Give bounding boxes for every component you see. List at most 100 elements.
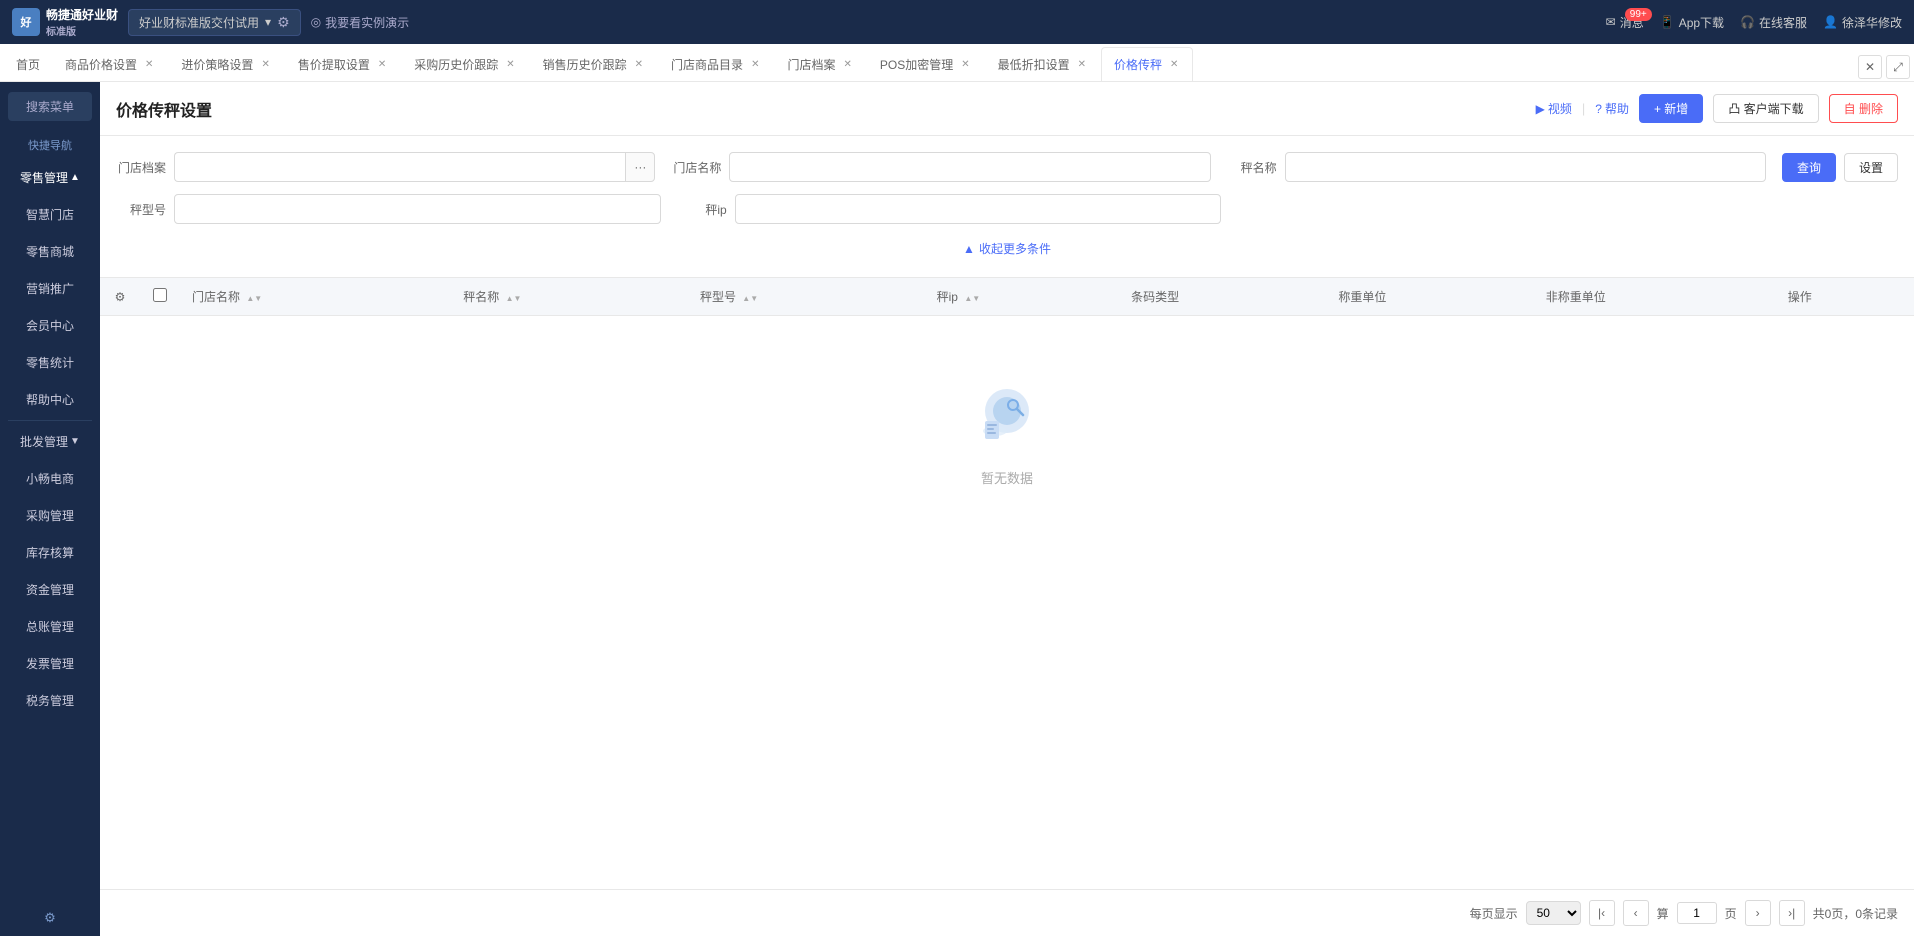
tab-pos-management[interactable]: POS加密管理 ✕: [867, 47, 985, 81]
tab-label: 进价策略设置: [181, 56, 253, 73]
sidebar-item-marketing[interactable]: 营销推广: [0, 270, 100, 307]
sidebar-item-label: 智慧门店: [26, 206, 74, 223]
sidebar-item-finance[interactable]: 资金管理: [0, 571, 100, 608]
delete-button[interactable]: 自 删除: [1829, 94, 1898, 123]
sort-icon: ▲▼: [964, 294, 980, 303]
version-selector[interactable]: 好业财标准版交付试用 ▾ ⚙: [128, 9, 301, 36]
sidebar-item-label: 总账管理: [26, 618, 74, 635]
download-button[interactable]: 凸 客户端下载: [1713, 94, 1818, 123]
first-page-icon: |‹: [1598, 906, 1605, 920]
tab-close-button[interactable]: ✕: [1858, 55, 1882, 79]
sidebar-item-smart-store[interactable]: 智慧门店: [0, 196, 100, 233]
last-page-button[interactable]: ›|: [1779, 900, 1805, 926]
tab-close-icon[interactable]: ✕: [1076, 57, 1088, 72]
settings-form-button[interactable]: 设置: [1844, 153, 1898, 182]
page-number-input[interactable]: [1677, 902, 1717, 924]
sidebar-item-retail[interactable]: 零售管理 ▲: [0, 159, 100, 196]
th-gear[interactable]: ⚙: [100, 278, 140, 316]
tab-sales-history[interactable]: 销售历史价跟踪 ✕: [530, 47, 658, 81]
data-table: ⚙ 门店名称 ▲▼ 秤名称 ▲▼ 秤型号: [100, 278, 1914, 547]
scale-ip-input[interactable]: [735, 194, 1222, 224]
tab-purchase-history[interactable]: 采购历史价跟踪 ✕: [401, 47, 529, 81]
sidebar-divider: [8, 420, 92, 421]
logo-icon: 好: [12, 8, 40, 36]
tab-close-icon[interactable]: ✕: [1168, 57, 1180, 72]
tab-close-icon[interactable]: ✕: [143, 57, 155, 72]
pagination: 每页显示 20 50 100 |‹ ‹ 算 页 › ›| 共0页，0条记录: [100, 889, 1914, 936]
next-page-icon: ›: [1756, 906, 1760, 920]
tab-close-icon[interactable]: ✕: [749, 57, 761, 72]
store-name-input[interactable]: [729, 152, 1210, 182]
next-page-button[interactable]: ›: [1745, 900, 1771, 926]
sidebar-item-wholesale[interactable]: 批发管理 ▼: [0, 423, 100, 460]
tab-sale-price[interactable]: 售价提取设置 ✕: [285, 47, 401, 81]
chevron-up-icon: ▲: [70, 172, 80, 183]
tab-close-icon[interactable]: ✕: [841, 57, 853, 72]
sidebar-item-inventory[interactable]: 库存核算: [0, 534, 100, 571]
th-check[interactable]: [140, 278, 180, 316]
add-button[interactable]: + 新增: [1639, 94, 1703, 123]
tab-close-icon[interactable]: ✕: [633, 57, 645, 72]
messages-button[interactable]: ✉ 消息 99+: [1606, 14, 1644, 31]
chevron-down-icon: ▼: [70, 436, 80, 447]
empty-cell: 暂无数据: [100, 316, 1914, 548]
app-sub: 标准版: [46, 23, 118, 38]
tab-price-scale[interactable]: 价格传秤 ✕: [1101, 47, 1193, 81]
tab-close-icon[interactable]: ✕: [959, 57, 971, 72]
store-archive-input[interactable]: [174, 152, 625, 182]
scale-model-input[interactable]: [174, 194, 661, 224]
sidebar-item-purchase[interactable]: 采购管理: [0, 497, 100, 534]
user-menu[interactable]: 👤 徐泽华修改: [1823, 14, 1902, 31]
sidebar-item-retail-stats[interactable]: 零售统计: [0, 344, 100, 381]
sidebar-item-member[interactable]: 会员中心: [0, 307, 100, 344]
tab-store-catalog[interactable]: 门店商品目录 ✕: [658, 47, 774, 81]
query-button[interactable]: 查询: [1782, 153, 1836, 182]
sidebar-item-ecommerce[interactable]: 零售商城: [0, 233, 100, 270]
last-page-icon: ›|: [1788, 906, 1795, 920]
tab-store-archive[interactable]: 门店档案 ✕: [774, 47, 866, 81]
tab-home[interactable]: 首页: [4, 47, 52, 81]
tab-close-icon[interactable]: ✕: [376, 57, 388, 72]
app-download-button[interactable]: 📱 App下载: [1660, 14, 1724, 31]
th-barcode-type-label: 条码类型: [1131, 290, 1179, 304]
tab-close-icon[interactable]: ✕: [259, 57, 271, 72]
table-body: 暂无数据: [100, 316, 1914, 548]
select-all-checkbox[interactable]: [153, 288, 167, 302]
quick-nav-button[interactable]: 快捷导航: [0, 131, 100, 159]
tab-controls: ✕ ⤢: [1858, 55, 1910, 81]
first-page-button[interactable]: |‹: [1589, 900, 1615, 926]
prev-page-button[interactable]: ‹: [1623, 900, 1649, 926]
search-menu-button[interactable]: 搜索菜单: [8, 92, 92, 121]
settings-icon[interactable]: ⚙: [277, 14, 290, 31]
scale-name-label: 秤名称: [1227, 159, 1277, 176]
tab-purchase-strategy[interactable]: 进价策略设置 ✕: [168, 47, 284, 81]
sidebar-item-general-ledger[interactable]: 总账管理: [0, 608, 100, 645]
prev-page-icon: ‹: [1634, 906, 1638, 920]
th-scale-name-label: 秤名称: [463, 290, 499, 304]
sidebar-item-tax[interactable]: 税务管理: [0, 682, 100, 719]
sidebar-item-invoice[interactable]: 发票管理: [0, 645, 100, 682]
delete-label: 自 删除: [1844, 100, 1883, 117]
sidebar-settings-button[interactable]: ⚙: [0, 900, 100, 936]
collapse-button[interactable]: ▲ 收起更多条件: [116, 236, 1898, 261]
sidebar-search-area: 搜索菜单: [0, 82, 100, 131]
tab-close-icon[interactable]: ✕: [504, 57, 516, 72]
tab-min-discount[interactable]: 最低折扣设置 ✕: [985, 47, 1101, 81]
demo-link[interactable]: ◎ 我要看实例演示: [311, 14, 410, 31]
online-service-button[interactable]: 🎧 在线客服: [1740, 14, 1807, 31]
video-link[interactable]: ▶ 视频: [1536, 100, 1572, 117]
sidebar-item-help[interactable]: 帮助中心: [0, 381, 100, 418]
user-name: 徐泽华修改: [1842, 14, 1902, 31]
tab-label: POS加密管理: [880, 56, 953, 73]
tab-fullscreen-button[interactable]: ⤢: [1886, 55, 1910, 79]
store-archive-picker-button[interactable]: ···: [625, 152, 655, 182]
tab-product-price[interactable]: 商品价格设置 ✕: [52, 47, 168, 81]
sidebar-item-xiaochang[interactable]: 小畅电商: [0, 460, 100, 497]
scale-name-input[interactable]: [1285, 152, 1766, 182]
per-page-select[interactable]: 20 50 100: [1526, 901, 1581, 925]
headphone-icon: 🎧: [1740, 15, 1755, 29]
help-link[interactable]: ? 帮助: [1595, 100, 1629, 117]
tab-label: 价格传秤: [1114, 56, 1162, 73]
action-buttons-group: 查询 设置: [1782, 153, 1898, 182]
scale-ip-field: 秤ip: [677, 194, 1222, 224]
